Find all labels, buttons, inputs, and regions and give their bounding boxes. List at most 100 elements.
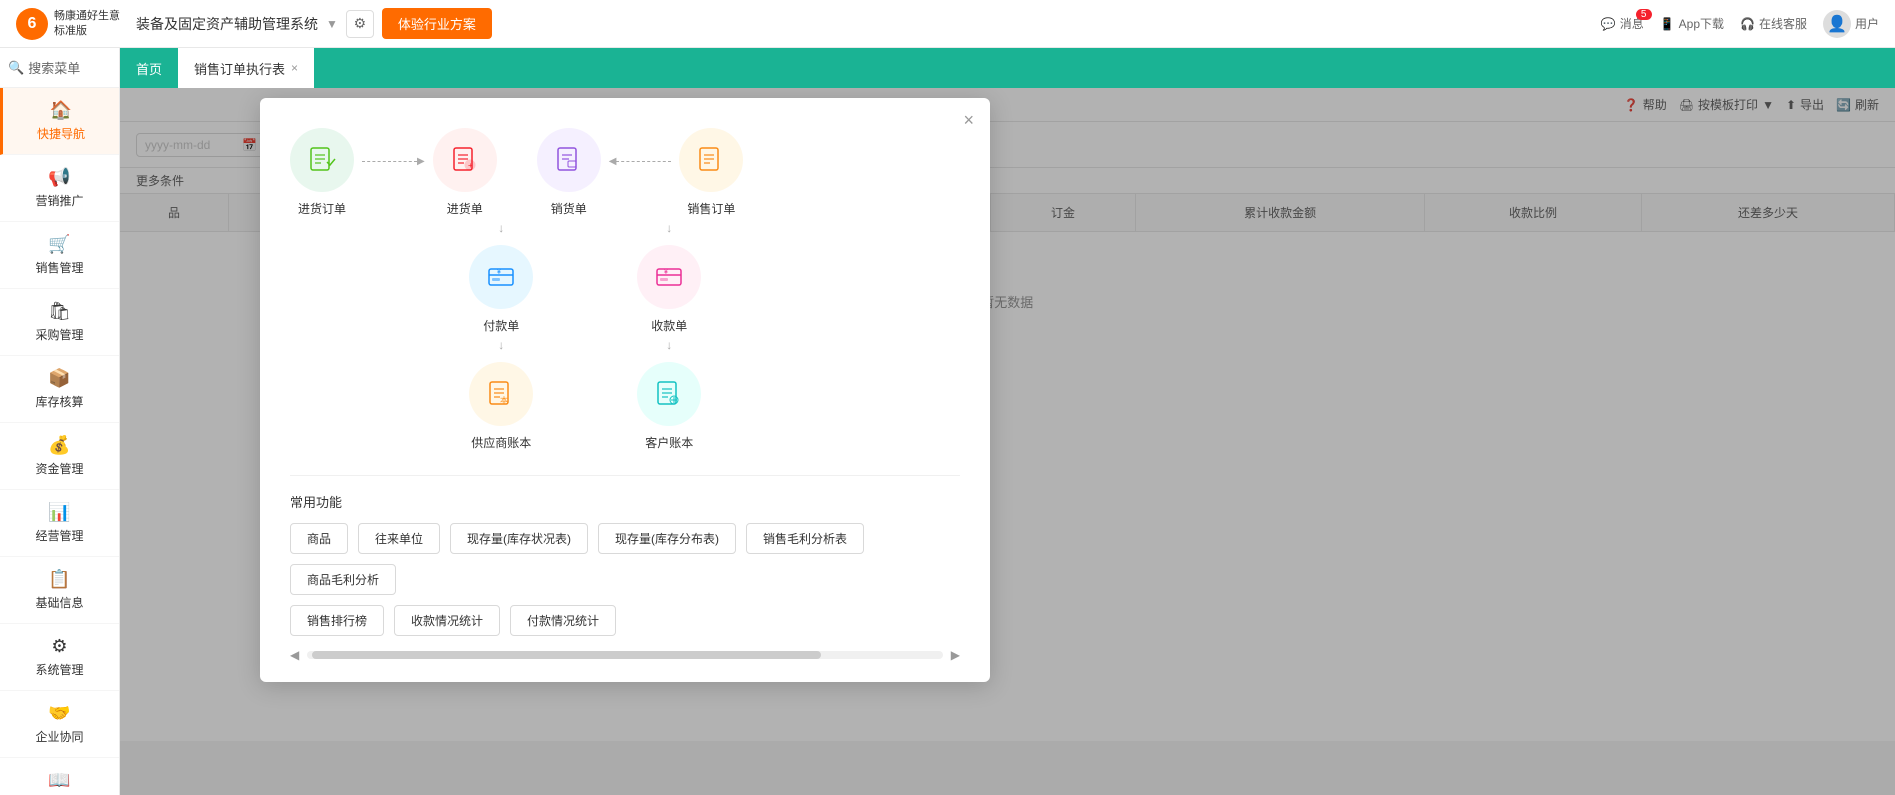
func-btn-receipt-stats[interactable]: 收款情况统计 <box>394 605 500 636</box>
func-btn-payment-stats[interactable]: 付款情况统计 <box>510 605 616 636</box>
top-bar-main: 装备及固定资产辅助管理系统 ▼ ⚙ 体验行业方案 <box>136 8 1601 39</box>
finance-icon: 💰 <box>48 435 70 456</box>
sidebar-item-marketing[interactable]: 📢 营销推广 <box>0 155 119 222</box>
arrow-po-pb: ▶ <box>354 156 433 167</box>
sidebar-item-collab[interactable]: 🤝 企业协同 <box>0 691 119 758</box>
trial-button[interactable]: 体验行业方案 <box>382 8 492 39</box>
arrow-down-pb: ↓ <box>498 221 504 245</box>
svg-text:+: + <box>468 161 473 170</box>
sidebar-item-inventory[interactable]: 📦 库存核算 <box>0 356 119 423</box>
modal-overlay: × <box>120 88 1895 795</box>
flow-node-supplier-account[interactable]: 本 供应商账本 <box>469 362 533 451</box>
marketing-icon: 📢 <box>48 167 70 188</box>
arrow-down-pay: ↓ <box>498 338 504 362</box>
message-icon: 💬 <box>1601 17 1616 31</box>
sidebar-item-quick-nav[interactable]: 🏠 快捷导航 <box>0 88 119 155</box>
inventory-icon: 📦 <box>48 368 70 389</box>
online-service-label: 在线客服 <box>1759 15 1807 32</box>
sidebar-item-finance[interactable]: 💰 资金管理 <box>0 423 119 490</box>
receipt-circle: ¥ <box>637 245 701 309</box>
receipt-label: 收款单 <box>651 317 687 334</box>
operations-icon: 📊 <box>48 502 70 523</box>
scrollbar-track[interactable] <box>307 651 943 659</box>
purchase-bill-label: 进货单 <box>447 200 483 217</box>
search-icon: 🔍 <box>8 60 24 76</box>
flow-node-customer-account[interactable]: 客户账本 <box>637 362 701 451</box>
home-tab-label: 首页 <box>136 59 162 78</box>
flow-diagram: 进货订单 ▶ <box>290 128 960 451</box>
download-icon: 📱 <box>1660 17 1675 31</box>
purchase-order-circle <box>290 128 354 192</box>
online-service-button[interactable]: 🎧 在线客服 <box>1740 15 1807 32</box>
tab-bar: 首页 销售订单执行表 × <box>120 48 1895 88</box>
arrow-down-sb: ↓ <box>666 221 672 245</box>
func-btn-row-1: 商品 往来单位 现存量(库存状况表) 现存量(库存分布表) 销售毛利分析表 商品… <box>290 523 960 595</box>
sidebar-item-label: 营销推广 <box>35 192 83 209</box>
flow-middle-section: ↓ ¥ <box>332 221 701 451</box>
sales-icon: 🛒 <box>48 234 70 255</box>
logo-area: 6 畅康通好生意 标准版 <box>16 8 136 40</box>
sales-bill-circle <box>537 128 601 192</box>
flow-node-receipt[interactable]: ¥ 收款单 <box>637 245 701 334</box>
tab-sales-order[interactable]: 销售订单执行表 × <box>178 48 314 88</box>
sidebar-item-system[interactable]: ⚙ 系统管理 <box>0 624 119 691</box>
func-btn-stock-dist[interactable]: 现存量(库存分布表) <box>598 523 736 554</box>
sidebar-item-operations[interactable]: 📊 经营管理 <box>0 490 119 557</box>
func-btn-goods-profit[interactable]: 商品毛利分析 <box>290 564 396 595</box>
sidebar: 🔍 搜索菜单 🏠 快捷导航 📢 营销推广 🛒 销售管理 🛍 采购管理 📦 库存核… <box>0 48 120 795</box>
sidebar-item-label: 销售管理 <box>35 259 83 276</box>
sidebar-item-sales[interactable]: 🛒 销售管理 <box>0 222 119 289</box>
search-label: 搜索菜单 <box>28 58 80 77</box>
modal-box: × <box>260 98 990 682</box>
basic-icon: 📋 <box>48 569 70 590</box>
arrow-down-receipt: ↓ <box>666 338 672 362</box>
sidebar-item-basic[interactable]: 📋 基础信息 <box>0 557 119 624</box>
title-dropdown-icon[interactable]: ▼ <box>326 17 338 31</box>
scroll-right-arrow[interactable]: ▶ <box>951 648 960 662</box>
payment-circle: ¥ <box>469 245 533 309</box>
customer-account-label: 客户账本 <box>645 434 693 451</box>
scroll-nav: ◀ ▶ <box>290 648 960 662</box>
flow-node-sales-order[interactable]: 销售订单 <box>679 128 743 217</box>
arrow-so-sb: ◀ <box>601 156 680 167</box>
sidebar-item-guide[interactable]: 📖 新手引导 <box>0 758 119 795</box>
tab-close-icon[interactable]: × <box>291 61 298 75</box>
sidebar-item-purchase[interactable]: 🛍 采购管理 <box>0 289 119 356</box>
common-functions-title: 常用功能 <box>290 492 960 511</box>
sidebar-item-label: 采购管理 <box>35 326 83 343</box>
svg-text:¥: ¥ <box>664 269 668 276</box>
top-bar-right: 💬 消息 5 📱 App下载 🎧 在线客服 👤 用户 <box>1601 10 1879 38</box>
sidebar-item-label: 企业协同 <box>35 728 83 745</box>
scroll-left-arrow[interactable]: ◀ <box>290 648 299 662</box>
message-button[interactable]: 💬 消息 5 <box>1601 15 1644 32</box>
flow-node-purchase-order[interactable]: 进货订单 <box>290 128 354 217</box>
flow-node-payment[interactable]: ¥ 付款单 <box>469 245 533 334</box>
content-area: 首页 销售订单执行表 × ❓ 帮助 🖨 按模板打印 ▼ <box>120 48 1895 795</box>
func-btn-contacts[interactable]: 往来单位 <box>358 523 440 554</box>
sidebar-search[interactable]: 🔍 搜索菜单 <box>0 48 119 88</box>
flow-node-purchase-bill[interactable]: + 进货单 <box>433 128 497 217</box>
sidebar-item-label: 基础信息 <box>35 594 83 611</box>
service-icon: 🎧 <box>1740 17 1755 31</box>
gear-button[interactable]: ⚙ <box>346 10 374 38</box>
func-btn-goods[interactable]: 商品 <box>290 523 348 554</box>
func-btn-sales-profit[interactable]: 销售毛利分析表 <box>746 523 864 554</box>
top-bar: 6 畅康通好生意 标准版 装备及固定资产辅助管理系统 ▼ ⚙ 体验行业方案 💬 … <box>0 0 1895 48</box>
tab-home[interactable]: 首页 <box>120 48 178 88</box>
supplier-account-circle: 本 <box>469 362 533 426</box>
supplier-account-label: 供应商账本 <box>471 434 531 451</box>
flow-top-row: 进货订单 ▶ <box>290 128 743 217</box>
func-btn-sales-rank[interactable]: 销售排行榜 <box>290 605 384 636</box>
quick-nav-icon: 🏠 <box>50 100 72 121</box>
page-content: ❓ 帮助 🖨 按模板打印 ▼ ⬆ 导出 🔄 刷新 <box>120 88 1895 795</box>
system-title: 装备及固定资产辅助管理系统 <box>136 14 318 34</box>
sales-order-tab-label: 销售订单执行表 <box>194 59 285 78</box>
func-btn-stock-status[interactable]: 现存量(库存状况表) <box>450 523 588 554</box>
purchase-icon: 🛍 <box>48 301 71 322</box>
app-download-button[interactable]: 📱 App下载 <box>1660 15 1724 32</box>
logo-text: 畅康通好生意 标准版 <box>54 9 120 38</box>
modal-close-button[interactable]: × <box>963 110 974 131</box>
svg-text:本: 本 <box>500 395 508 405</box>
flow-node-sales-bill[interactable]: 销货单 <box>537 128 601 217</box>
user-button[interactable]: 👤 用户 <box>1823 10 1879 38</box>
